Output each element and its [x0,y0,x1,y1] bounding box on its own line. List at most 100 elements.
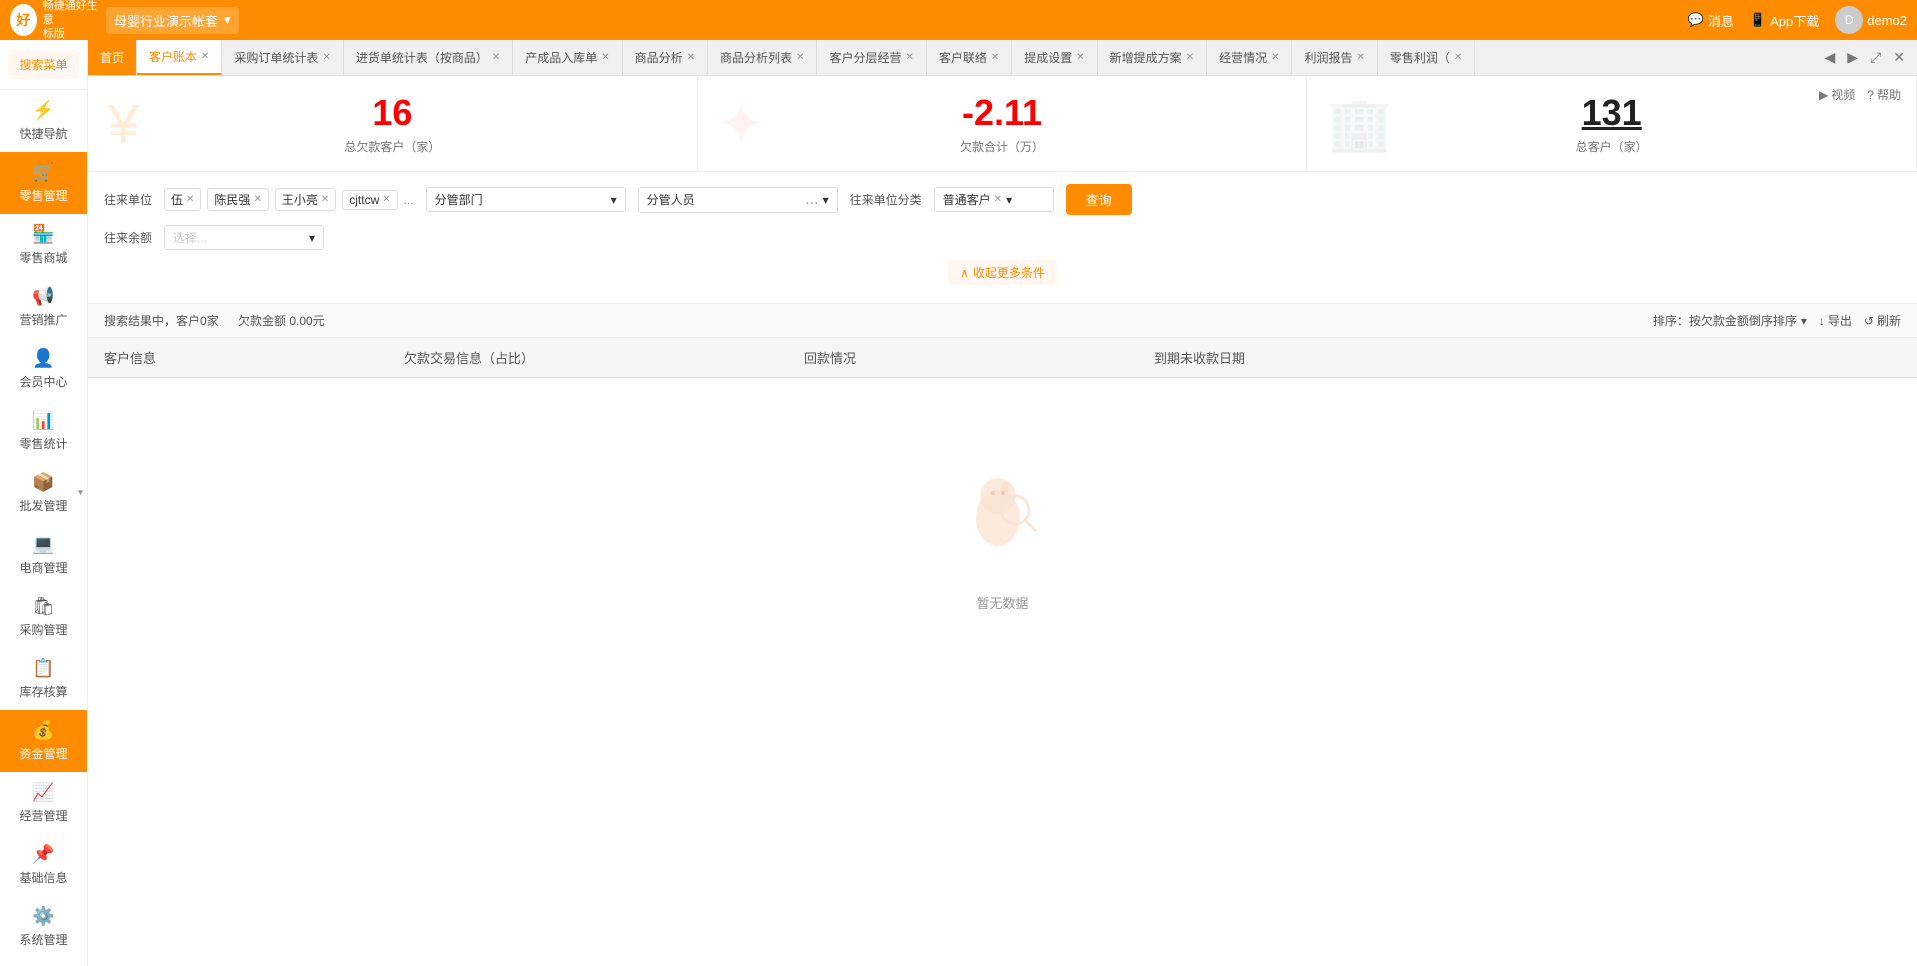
tab-close-operation[interactable]: ✕ [1271,52,1279,63]
results-info: 搜索结果中，客户0家 欠款金额 0.00元 [104,312,325,329]
sidebar-item-member[interactable]: 👤 会员中心 [0,338,87,400]
tag-close-cjttcw[interactable]: ✕ [382,194,390,205]
sidebar-item-purchase[interactable]: 🛍 采购管理 [0,586,87,648]
empty-state: 暂无数据 [88,378,1917,692]
sidebar-item-wholesale[interactable]: 📦 批发管理 ▾ [0,462,87,524]
right-panel: 首页 客户账本 ✕ 采购订单统计表 ✕ 进货单统计表（按商品） ✕ 产成品入库单… [88,40,1917,966]
export-button[interactable]: ↓ 导出 [1819,312,1852,329]
tab-close-product-analysis[interactable]: ✕ [687,52,695,63]
unit-class-label: 往来单位分类 [850,191,922,208]
finance-icon: 💰 [32,720,54,741]
table-area: 客户信息 欠款交易信息（占比） 回款情况 到期未收款日期 [88,338,1917,966]
tab-expand-button[interactable]: ⤢ [1866,47,1885,68]
tab-close-product-analysis-list[interactable]: ✕ [796,52,804,63]
tag-close-chen[interactable]: ✕ [253,194,261,205]
operations-icon: 📈 [32,782,54,803]
help-link[interactable]: ? 帮助 [1867,86,1901,103]
unit-class-select[interactable]: 普通客户 ✕ ▾ [934,187,1054,212]
sidebar-item-system[interactable]: ⚙️ 系统管理 [0,896,87,958]
org-selector[interactable]: 母婴行业演示帐套 ▾ [106,7,239,34]
chevron-down-icon3: ▾ [1006,193,1012,207]
sidebar-item-ecommerce[interactable]: 💻 电商管理 [0,524,87,586]
person-select[interactable]: 分管人员 ... ▾ [638,187,838,213]
tab-close-new-promotion[interactable]: ✕ [1186,52,1194,63]
sidebar-item-quick-nav[interactable]: ⚡ 快捷导航 [0,90,87,152]
tab-profit-report[interactable]: 利润报告 ✕ [1292,40,1377,75]
filter-area: 往来单位 伍 ✕ 陈民强 ✕ 王小亮 [88,172,1917,304]
tab-close-customer-segment[interactable]: ✕ [905,52,913,63]
stat-bg-icon-customers: ¥ [108,91,139,156]
tab-close-customer-contact[interactable]: ✕ [991,52,999,63]
message-button[interactable]: 💬 消息 [1688,11,1734,30]
tab-operation[interactable]: 经营情况 ✕ [1207,40,1292,75]
tag-close-wang[interactable]: ✕ [321,194,329,205]
sidebar-item-inventory[interactable]: 📋 库存核算 [0,648,87,710]
empty-text: 暂无数据 [976,593,1028,612]
table-header: 客户信息 欠款交易信息（占比） 回款情况 到期未收款日期 [88,338,1917,378]
tab-close-customer-book[interactable]: ✕ [201,51,209,62]
tab-product-analysis[interactable]: 商品分析 ✕ [623,40,708,75]
chevron-down-icon4: ▾ [309,231,315,245]
sidebar-item-operations[interactable]: 📈 经营管理 [0,772,87,834]
tab-purchase-order[interactable]: 采购订单统计表 ✕ [222,40,343,75]
tab-close-profit-report[interactable]: ✕ [1357,52,1365,63]
sidebar-item-retail-stats[interactable]: 📊 零售统计 [0,400,87,462]
tab-retail-profit[interactable]: 零售利润（ ✕ [1378,40,1475,75]
marketing-icon: 📢 [32,286,54,307]
tab-prev-button[interactable]: ◀ [1821,47,1840,68]
tab-close-promotion-settings[interactable]: ✕ [1076,52,1084,63]
retail-icon: 🛒 [32,162,54,183]
sidebar-item-retail[interactable]: 🛒 零售管理 [0,152,87,214]
tab-product-analysis-list[interactable]: 商品分析列表 ✕ [708,40,817,75]
tab-close-retail-profit[interactable]: ✕ [1454,52,1462,63]
sidebar-item-basic-info[interactable]: 📌 基础信息 [0,834,87,896]
sort-label: 排序：按欠款金额倒序排序 [1653,312,1797,329]
wholesale-icon: 📦 [32,472,54,493]
expand-icon: ▾ [78,488,83,499]
tab-customer-book[interactable]: 客户账本 ✕ [137,40,222,75]
tab-purchase-stats[interactable]: 进货单统计表（按商品） ✕ [344,40,513,75]
stat-total-customers2-label: 总客户（家） [1576,138,1648,155]
tab-customer-segment[interactable]: 客户分层经营 ✕ [817,40,926,75]
logo-text: 畅捷通好生意 标版 [43,0,98,41]
tab-next-button[interactable]: ▶ [1843,47,1862,68]
sidebar-item-enterprise[interactable]: 🤝 企业协同 [0,958,87,966]
tab-customer-contact[interactable]: 客户联络 ✕ [927,40,1012,75]
sidebar-item-finance[interactable]: 💰 资金管理 [0,710,87,772]
tab-promotion-settings[interactable]: 提成设置 ✕ [1012,40,1097,75]
app-download-button[interactable]: 📱 App下载 [1750,11,1819,30]
logo-icon: 好 [10,4,37,36]
query-button[interactable]: 查询 [1066,184,1132,215]
tab-close-product-stock[interactable]: ✕ [601,52,609,63]
logo-area: 好 畅捷通好生意 标版 [10,0,98,41]
surplus-select[interactable]: 选择... ▾ [164,225,324,250]
content-area: ¥ 16 总欠款客户（家） ✦ -2.11 欠款合计（万） 🏢 131 总客户（… [88,76,1917,966]
tag-close-wu[interactable]: ✕ [186,194,194,205]
stat-debt-total: ✦ -2.11 欠款合计（万） [698,76,1308,171]
filter-more-tags[interactable]: ... [404,193,414,207]
sort-select[interactable]: 排序：按欠款金额倒序排序 ▾ [1653,312,1807,329]
filter-tag-cjttcw: cjttcw ✕ [342,190,397,210]
tab-close-all-button[interactable]: ✕ [1889,47,1909,68]
filter-tag-chen: 陈民强 ✕ [207,188,268,211]
tab-close-purchase-stats[interactable]: ✕ [492,52,500,63]
tab-new-promotion[interactable]: 新增提成方案 ✕ [1098,40,1207,75]
refresh-button[interactable]: ↺ 刷新 [1864,312,1901,329]
user-menu[interactable]: D demo2 [1835,6,1907,34]
chevron-down-icon: ▾ [611,193,617,207]
collapse-button[interactable]: ∧ 收起更多条件 [948,260,1057,285]
tab-close-purchase-order[interactable]: ✕ [322,52,330,63]
retail-mall-icon: 🏪 [32,224,54,245]
ecommerce-icon: 💻 [32,534,54,555]
tab-product-stock[interactable]: 产成品入库单 ✕ [513,40,622,75]
search-menu-button[interactable]: 搜索菜单 [8,50,79,79]
results-actions: 排序：按欠款金额倒序排序 ▾ ↓ 导出 ↺ 刷新 [1653,312,1901,329]
sidebar-item-retail-mall[interactable]: 🏪 零售商城 [0,214,87,276]
dept-select[interactable]: 分管部门 ▾ [426,187,626,212]
tag-close-common-customer[interactable]: ✕ [994,194,1002,205]
stat-total-customers-value: 16 [372,92,412,134]
tab-home[interactable]: 首页 [88,40,137,75]
sidebar-item-marketing[interactable]: 📢 营销推广 [0,276,87,338]
app-container: 好 畅捷通好生意 标版 母婴行业演示帐套 ▾ 💬 消息 📱 App下载 D de… [0,0,1917,966]
video-link[interactable]: ▶ 视频 [1819,86,1855,103]
